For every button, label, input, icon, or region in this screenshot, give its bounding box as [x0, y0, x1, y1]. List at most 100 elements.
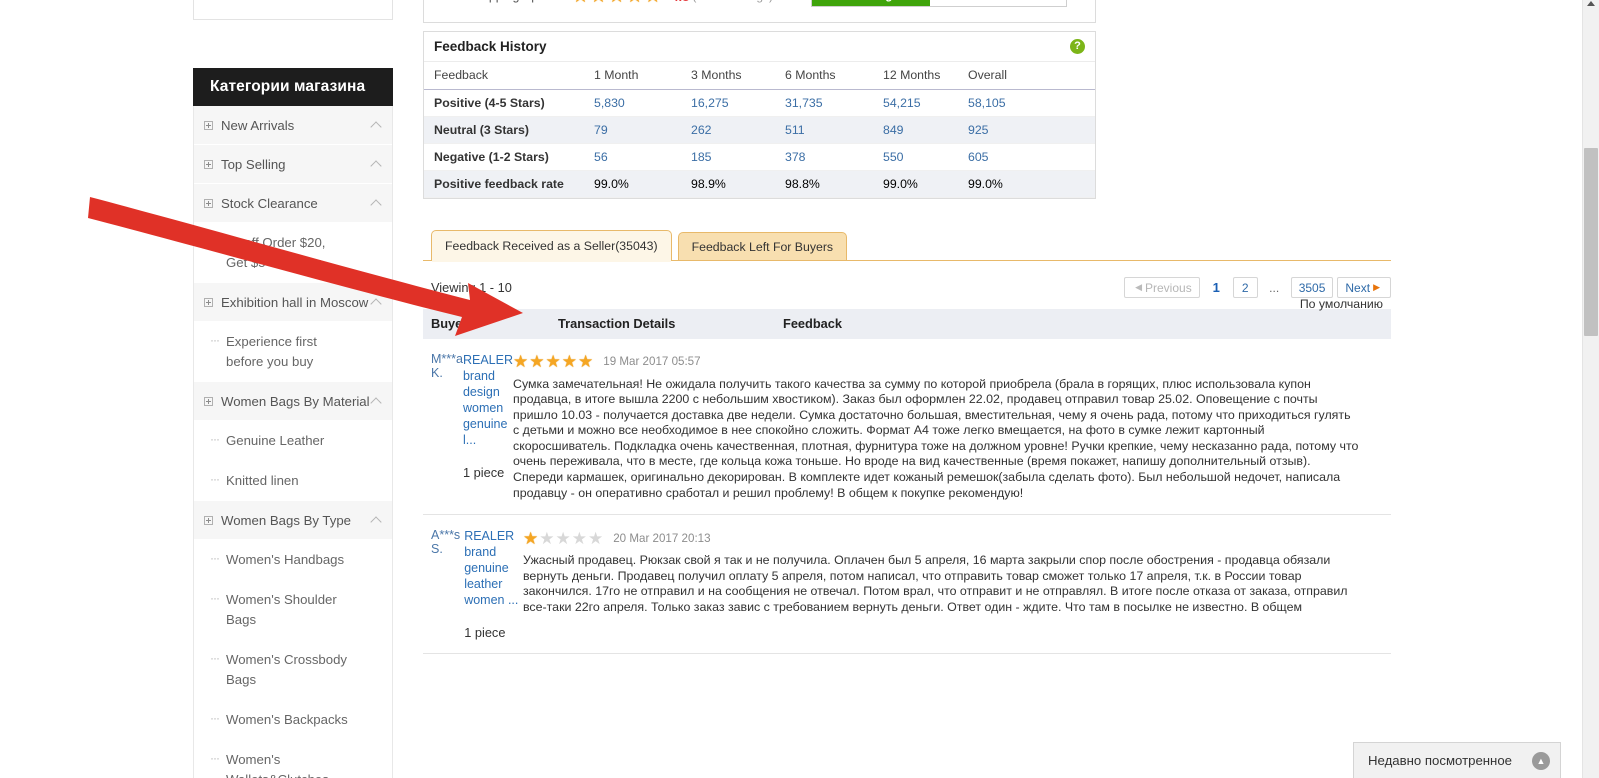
- cell-value: 511: [785, 122, 805, 137]
- col-6-months: 6 Months: [785, 68, 836, 83]
- cell-value: 56: [594, 149, 608, 164]
- feedback-content: ★ ★ ★ ★ ★ 20 Mar 2017 20:13 Ужасный продавец…: [523, 528, 1391, 640]
- chevron-up-icon[interactable]: ▲: [1532, 751, 1550, 770]
- vertical-scrollbar[interactable]: [1582, 0, 1599, 778]
- sidebar-item-womens-crossbody-bags[interactable]: ··· Women's Crossbody Bags: [194, 640, 392, 700]
- feedback-history-header: Feedback History ?: [424, 32, 1095, 62]
- feedback-date: 20 Mar 2017 20:13: [613, 531, 711, 545]
- feedback-meta: ★ ★ ★ ★ ★ 20 Mar 2017 20:13: [523, 528, 1359, 548]
- cell-value: 98.8%: [785, 176, 820, 191]
- bullet-dots-icon: ···: [210, 432, 220, 446]
- sidebar-item-women-bags-by-type[interactable]: Women Bags By Type: [194, 501, 392, 540]
- sidebar-item-label: Experience first before you buy: [226, 334, 317, 369]
- pagination-previous-label: Previous: [1145, 280, 1192, 295]
- pagination: ◀ Previous 1 2 ... 3505 Next ▶: [1124, 277, 1391, 298]
- rating-label: Shipping Speed :: [424, 0, 572, 3]
- sidebar-item-womens-shoulder-bags[interactable]: ··· Women's Shoulder Bags: [194, 580, 392, 640]
- viewing-count-label: Viewing 1 - 10: [431, 280, 512, 295]
- chevron-left-icon: ◀: [1135, 282, 1142, 292]
- table-row: Negative (1-2 Stars) 56 185 378 550 605: [424, 143, 1095, 170]
- sidebar-item-label: Women's Crossbody Bags: [226, 652, 348, 687]
- sidebar-item-stock-clearance[interactable]: Stock Clearance: [194, 184, 392, 223]
- sidebar-item-label: Knitted linen: [226, 473, 299, 488]
- sidebar-item-discount-offer[interactable]: ··· $3 off Order $20, Get $5 off Order: [194, 223, 392, 283]
- product-title-link[interactable]: REALER brand design women genuine l...: [463, 352, 513, 448]
- sidebar-item-womens-wallets-clutches[interactable]: ··· Women's Wallets&Clutches: [194, 740, 392, 778]
- rating-score: 4.8: [671, 0, 689, 4]
- comparison-bar: 17.65% Higher than other sellers: [811, 0, 1067, 7]
- cell-value: 262: [691, 122, 712, 137]
- sidebar-item-label: New Arrivals: [221, 117, 295, 133]
- comparison-percent: 17.65% Higher: [812, 0, 930, 6]
- store-sidebar: Отправить сообщение Категории магазина N…: [193, 0, 393, 778]
- pagination-page-2[interactable]: 2: [1232, 277, 1258, 298]
- sidebar-item-experience-first[interactable]: ··· Experience first before you buy: [194, 322, 392, 382]
- feedback-table-header: Buyer Transaction Details Feedback По ум…: [423, 297, 1391, 339]
- bullet-dots-icon: ···: [210, 651, 220, 665]
- pagination-next-button[interactable]: Next ▶: [1337, 277, 1391, 298]
- tab-feedback-left-for-buyers[interactable]: Feedback Left For Buyers: [677, 231, 848, 261]
- cell-value: 185: [691, 149, 712, 164]
- row-label: Neutral (3 Stars): [434, 122, 529, 137]
- quantity-label: 1 piece: [462, 464, 505, 480]
- sort-order-selector[interactable]: По умолчанию: [1300, 297, 1383, 311]
- col-overall: Overall: [968, 68, 1007, 83]
- col-buyer: Buyer: [431, 316, 468, 331]
- sidebar-item-exhibition-hall-moscow[interactable]: Exhibition hall in Moscow: [194, 283, 392, 322]
- bullet-dots-icon: ···: [210, 711, 220, 725]
- scrollbar-thumb[interactable]: [1584, 148, 1598, 336]
- table-row: A***s S. REALER brand genuine leather wo…: [423, 515, 1391, 655]
- pagination-page-last[interactable]: 3505: [1290, 277, 1334, 298]
- cell-value: 5,830: [594, 95, 625, 110]
- cell-value: 99.0%: [968, 176, 1003, 191]
- cell-value: 849: [883, 122, 904, 137]
- star-rating: ★★★★★: [513, 352, 594, 371]
- sidebar-item-label: Women Bags By Type: [221, 512, 351, 528]
- product-title-link[interactable]: REALER brand genuine leather women ...: [464, 528, 523, 608]
- pagination-page-1[interactable]: 1: [1204, 277, 1229, 298]
- quantity-label: 1 piece: [464, 625, 506, 641]
- recently-viewed-label: Недавно посмотренное: [1368, 753, 1513, 768]
- feedback-meta: ★ ★ ★ ★ ★ 19 Mar 2017 05:57: [513, 352, 1359, 372]
- table-header-row: Feedback 1 Month 3 Months 6 Months 12 Mo…: [424, 62, 1095, 89]
- bullet-dots-icon: ···: [210, 591, 220, 605]
- sidebar-item-label: Women's Shoulder Bags: [226, 592, 337, 627]
- pagination-next-label: Next: [1345, 280, 1371, 295]
- sidebar-item-label: Exhibition hall in Moscow: [221, 294, 369, 310]
- cell-value: 378: [785, 149, 806, 164]
- sidebar-item-womens-handbags[interactable]: ··· Women's Handbags: [194, 540, 392, 580]
- sidebar-item-genuine-leather[interactable]: ··· Genuine Leather: [194, 421, 392, 461]
- buyer-name-link[interactable]: A***s S.: [423, 528, 464, 640]
- sidebar-item-top-selling[interactable]: Top Selling: [194, 145, 392, 184]
- recently-viewed-widget[interactable]: Недавно посмотренное ▲: [1353, 742, 1561, 778]
- sidebar-item-women-bags-by-material[interactable]: Women Bags By Material: [194, 382, 392, 421]
- pagination-ellipsis: ...: [1269, 280, 1280, 295]
- detailed-seller-ratings: Item as Described : ★★★★★ 4.9 (32609 rat…: [423, 0, 1096, 23]
- sidebar-item-label: $3 off Order $20, Get $5 off Order: [226, 235, 326, 270]
- table-row: Neutral (3 Stars) 79 262 511 849 925: [424, 116, 1095, 143]
- transaction-details: REALER brand design women genuine l... 1…: [463, 352, 513, 502]
- scroll-up-arrow-icon[interactable]: [1583, 0, 1599, 6]
- help-icon[interactable]: ?: [1070, 39, 1085, 54]
- cell-value: 605: [968, 149, 989, 164]
- tab-feedback-received-as-seller[interactable]: Feedback Received as a Seller(35043): [431, 229, 672, 262]
- row-label: Positive feedback rate: [434, 176, 564, 191]
- col-1-month: 1 Month: [594, 68, 639, 83]
- sidebar-item-label: Women's Wallets&Clutches: [226, 752, 329, 778]
- cell-value: 98.9%: [691, 176, 726, 191]
- pagination-previous-button[interactable]: ◀ Previous: [1124, 277, 1200, 298]
- cell-value: 925: [968, 122, 989, 137]
- cell-value: 31,735: [785, 95, 823, 110]
- table-row: Positive (4-5 Stars) 5,830 16,275 31,735…: [424, 89, 1095, 116]
- bullet-dots-icon: ···: [210, 551, 220, 565]
- sidebar-item-womens-backpacks[interactable]: ··· Women's Backpacks: [194, 700, 392, 740]
- star-rating: ★★★★★: [522, 528, 604, 548]
- expand-plus-icon: [204, 159, 213, 169]
- sidebar-item-new-arrivals[interactable]: New Arrivals: [194, 106, 392, 145]
- col-feedback: Feedback: [434, 68, 489, 83]
- buyer-name-link[interactable]: M***a K.: [423, 352, 463, 502]
- chevron-up-icon: [372, 198, 382, 208]
- sidebar-item-knitted-linen[interactable]: ··· Knitted linen: [194, 461, 392, 501]
- expand-plus-icon: [204, 297, 213, 307]
- cell-value: 99.0%: [883, 176, 918, 191]
